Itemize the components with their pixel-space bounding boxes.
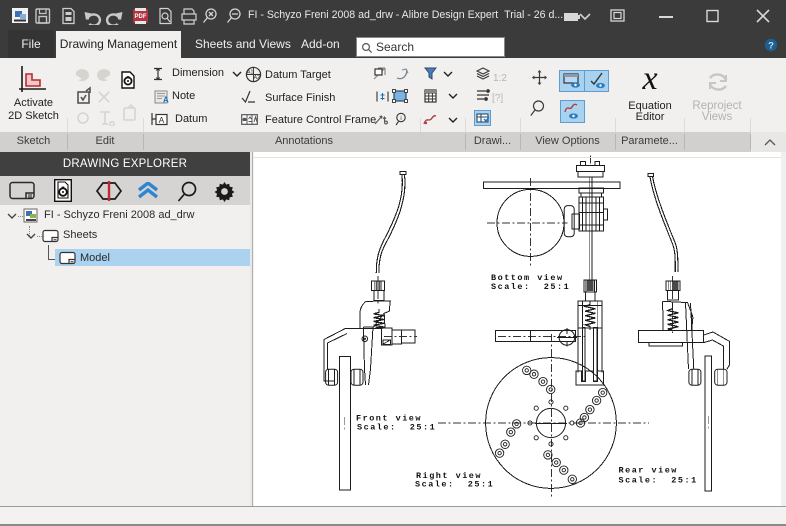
svg-text:Scale: 25:1: Scale: 25:1: [357, 423, 436, 433]
svg-text:i: i: [400, 116, 401, 122]
svg-text:Scale: 25:1: Scale: 25:1: [415, 480, 494, 490]
svg-text:A1: A1: [247, 70, 253, 76]
svg-text:Scale: 25:1: Scale: 25:1: [619, 476, 698, 486]
svg-text:?: ?: [768, 40, 774, 51]
svg-text:PDF: PDF: [135, 14, 147, 20]
svg-text:A: A: [159, 115, 165, 125]
svg-text:Scale: 25:1: Scale: 25:1: [491, 282, 570, 292]
svg-text:A: A: [163, 96, 169, 105]
svg-text:Rear view: Rear view: [619, 466, 678, 476]
svg-text:A2: A2: [254, 75, 260, 81]
